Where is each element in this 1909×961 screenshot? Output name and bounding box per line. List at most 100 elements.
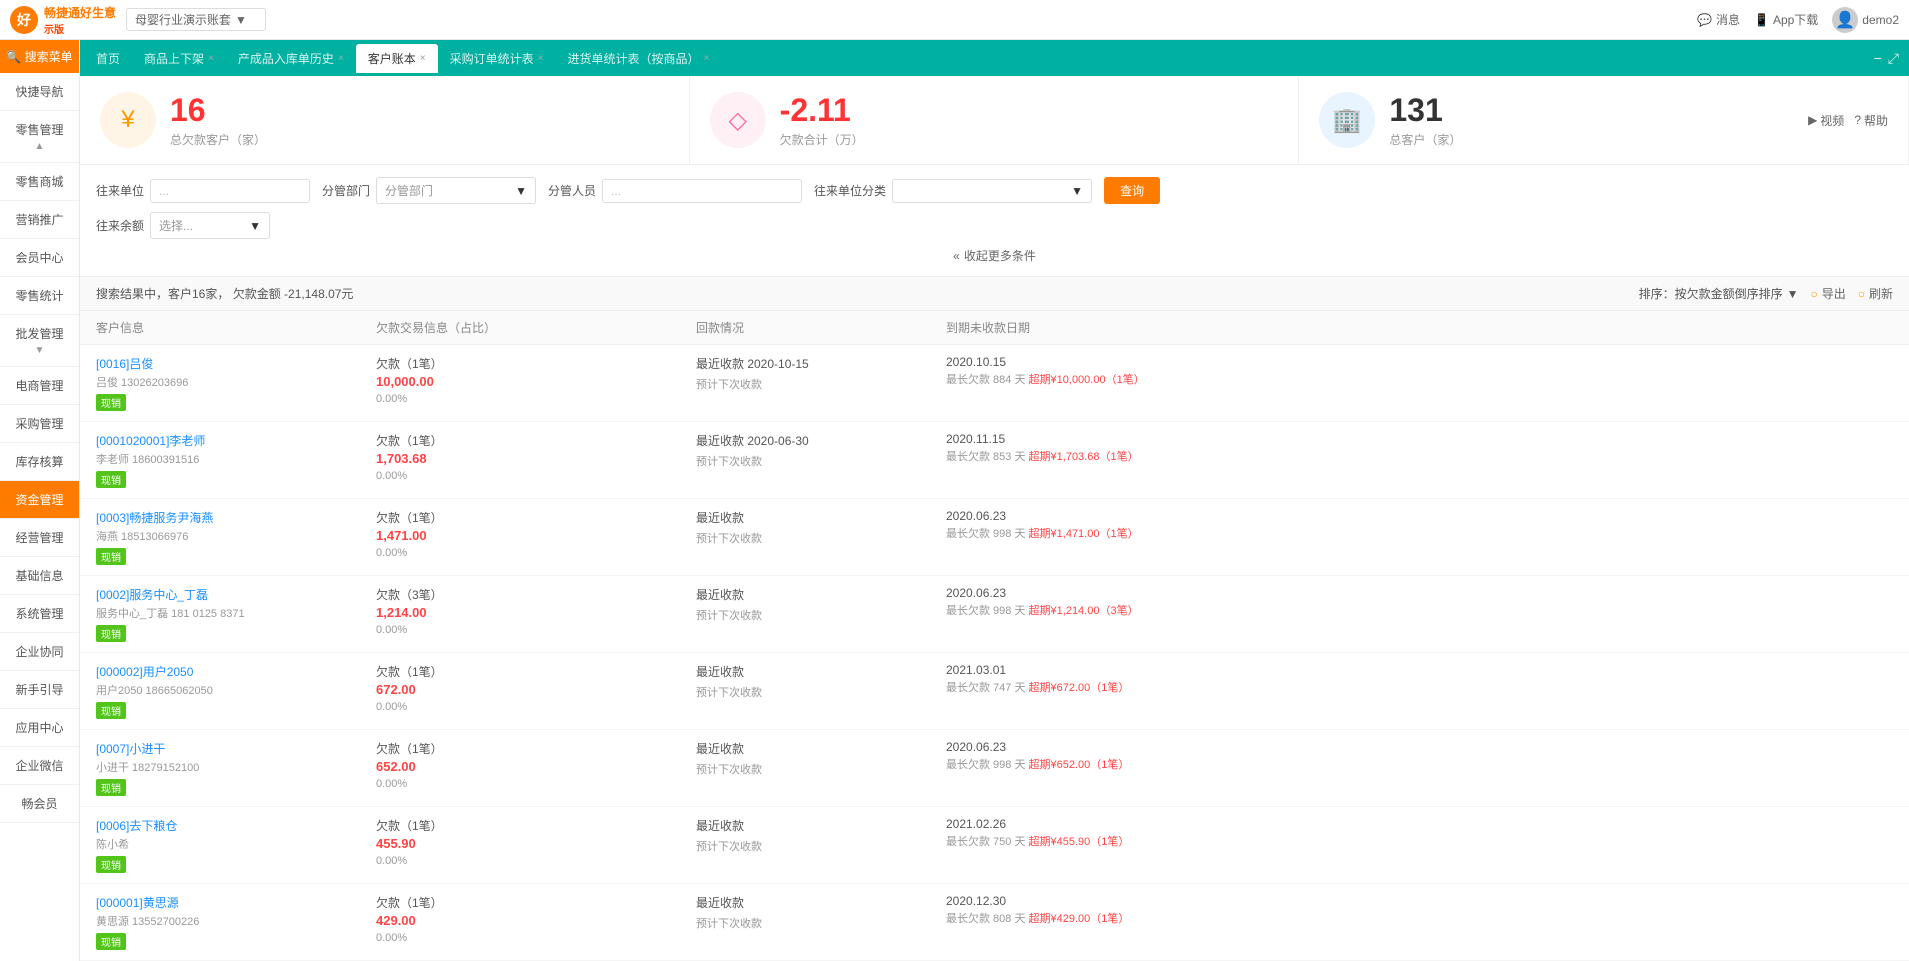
sidebar-item-purchase-mgmt[interactable]: 采购管理 xyxy=(0,405,79,443)
sidebar-item-retail-mgmt[interactable]: 零售管理 ▲ xyxy=(0,111,79,163)
sidebar-item-newbie-guide[interactable]: 新手引导 xyxy=(0,671,79,709)
video-button[interactable]: ▶ 视频 xyxy=(1808,112,1844,129)
sidebar-item-marketing[interactable]: 营销推广 xyxy=(0,201,79,239)
tab-purchase-stats[interactable]: 采购订单统计表 × xyxy=(438,44,556,73)
col-header-overdue: 到期未收款日期 xyxy=(946,319,1893,336)
sidebar-item-inventory[interactable]: 库存核算 xyxy=(0,443,79,481)
collapse-button[interactable]: « 收起更多条件 xyxy=(953,247,1036,264)
chevron-down-icon: ▼ xyxy=(1787,287,1799,301)
summary-value-customers: 16 xyxy=(170,92,266,129)
tab-close-icon[interactable]: × xyxy=(538,53,544,64)
payment-cell-5: 最近收款 预计下次收款 xyxy=(696,740,946,777)
chevron-down-icon: ▼ xyxy=(1071,184,1083,198)
sidebar-item-enterprise-collab[interactable]: 企业协同 xyxy=(0,633,79,671)
customer-name-1[interactable]: [0001020001]李老师 xyxy=(96,432,376,449)
filter-group-partner: 往来单位 ... xyxy=(96,179,310,203)
sidebar-item-finance[interactable]: 资金管理 xyxy=(0,481,79,519)
export-button[interactable]: ○ 导出 xyxy=(1810,285,1845,302)
tab-customer-account[interactable]: 客户账本 × xyxy=(356,44,438,73)
summary-card-debt: ◇ -2.11 欠款合计（万） xyxy=(690,76,1300,164)
customer-name-4[interactable]: [000002]用户2050 xyxy=(96,663,376,680)
customer-name-2[interactable]: [0003]畅捷服务尹海燕 xyxy=(96,509,376,526)
sidebar-item-wholesale-mgmt[interactable]: 批发管理 ▼ xyxy=(0,315,79,367)
sidebar-item-wechat-work[interactable]: 企业微信 xyxy=(0,747,79,785)
tab-close-icon[interactable]: × xyxy=(420,53,426,64)
sidebar-item-basic-info[interactable]: 基础信息 xyxy=(0,557,79,595)
user-menu[interactable]: 👤 demo2 xyxy=(1832,7,1899,33)
customer-name-6[interactable]: [0006]去下粮仓 xyxy=(96,817,376,834)
help-button[interactable]: ? 帮助 xyxy=(1854,112,1888,129)
customer-cell-2: [0003]畅捷服务尹海燕 海燕 18513066976 现销 xyxy=(96,509,376,565)
sidebar-item-ecommerce[interactable]: 电商管理 xyxy=(0,367,79,405)
refresh-button[interactable]: ○ 刷新 xyxy=(1858,285,1893,302)
table-row: [0003]畅捷服务尹海燕 海燕 18513066976 现销 欠款（1笔） 1… xyxy=(80,499,1909,576)
table: 客户信息 欠款交易信息（占比） 回款情况 到期未收款日期 [0016]吕俊 吕俊… xyxy=(80,311,1909,961)
query-button[interactable]: 查询 xyxy=(1104,177,1160,204)
chevron-down-icon: ▼ xyxy=(515,184,527,198)
filter-select-dept[interactable]: 分管部门 ▼ xyxy=(376,177,536,204)
customer-cell-1: [0001020001]李老师 李老师 18600391516 现销 xyxy=(96,432,376,488)
company-selector[interactable]: 母婴行业演示账套 ▼ xyxy=(126,8,266,31)
sidebar-item-operations[interactable]: 经营管理 xyxy=(0,519,79,557)
filter-select-category[interactable]: ▼ xyxy=(892,179,1092,203)
app-download-button[interactable]: 📱 App下载 xyxy=(1754,11,1818,28)
tab-maximize-button[interactable]: ⤢ xyxy=(1888,50,1899,67)
filter-input-partner[interactable]: ... xyxy=(150,179,310,203)
col-header-payment: 回款情况 xyxy=(696,319,946,336)
summary-info-total: 131 总客户（家） xyxy=(1389,92,1461,148)
sidebar-search[interactable]: 🔍 搜索菜单 xyxy=(0,40,79,73)
search-icon: 🔍 xyxy=(6,50,21,64)
sidebar-item-retail-stats[interactable]: 零售统计 xyxy=(0,277,79,315)
tab-close-icon[interactable]: × xyxy=(703,53,709,64)
sidebar-item-system-mgmt[interactable]: 系统管理 xyxy=(0,595,79,633)
tab-product-history[interactable]: 产成品入库单历史 × xyxy=(226,44,356,73)
filter-input-person[interactable]: ... xyxy=(602,179,802,203)
table-row: [000002]用户2050 用户2050 18665062050 现销 欠款（… xyxy=(80,653,1909,730)
debt-cell-4: 欠款（1笔） 672.00 0.00% xyxy=(376,663,696,713)
sort-button[interactable]: 排序：按欠款金额倒序排序 ▼ xyxy=(1639,285,1799,302)
customer-name-5[interactable]: [0007]小进干 xyxy=(96,740,376,757)
payment-cell-2: 最近收款 预计下次收款 xyxy=(696,509,946,546)
result-info: 搜索结果中，客户16家， 欠款金额 -21,148.07元 xyxy=(96,285,353,302)
sidebar-item-retail-mall[interactable]: 零售商城 xyxy=(0,163,79,201)
summary-label-customers: 总欠款客户（家） xyxy=(170,131,266,148)
logo-text: 畅捷通好生意 示版 xyxy=(44,4,116,36)
video-icon: ▶ xyxy=(1808,113,1817,127)
overdue-cell-0: 2020.10.15 最长欠款 884 天 超期¥10,000.00（1笔） xyxy=(946,355,1893,387)
filter-row-1: 往来单位 ... 分管部门 分管部门 ▼ xyxy=(96,177,1893,204)
filter-label-dept: 分管部门 xyxy=(322,182,370,199)
tab-close-icon[interactable]: × xyxy=(208,53,214,64)
filter-label-person: 分管人员 xyxy=(548,182,596,199)
logo-area: 好 畅捷通好生意 示版 xyxy=(10,4,116,36)
sidebar-item-quick-nav[interactable]: 快捷导航 xyxy=(0,73,79,111)
filter-group-dept: 分管部门 分管部门 ▼ xyxy=(322,177,536,204)
customer-cell-3: [0002]服务中心_丁磊 服务中心_丁磊 181 0125 8371 现销 xyxy=(96,586,376,642)
customer-name-3[interactable]: [0002]服务中心_丁磊 xyxy=(96,586,376,603)
sidebar-item-member-center[interactable]: 会员中心 xyxy=(0,239,79,277)
sidebar-item-app-center[interactable]: 应用中心 xyxy=(0,709,79,747)
tab-home[interactable]: 首页 xyxy=(84,44,132,73)
message-button[interactable]: 💬 消息 xyxy=(1697,11,1740,28)
customer-cell-5: [0007]小进干 小进干 18279152100 现销 xyxy=(96,740,376,796)
payment-cell-6: 最近收款 预计下次收款 xyxy=(696,817,946,854)
app-icon: 📱 xyxy=(1754,13,1769,27)
tab-minimize-button[interactable]: − xyxy=(1874,50,1882,66)
tab-close-icon[interactable]: × xyxy=(338,53,344,64)
table-row: [0006]去下粮仓 陈小希 现销 欠款（1笔） 455.90 0.00% 最近… xyxy=(80,807,1909,884)
tab-purchase-product-stats[interactable]: 进货单统计表（按商品） × xyxy=(555,44,721,73)
sidebar-item-chang-member[interactable]: 畅会员 xyxy=(0,785,79,823)
table-row: [0001020001]李老师 李老师 18600391516 现销 欠款（1笔… xyxy=(80,422,1909,499)
overdue-cell-7: 2020.12.30 最长欠款 808 天 超期¥429.00（1笔） xyxy=(946,894,1893,926)
filter-group-person: 分管人员 ... xyxy=(548,179,802,203)
customer-name-7[interactable]: [000001]黄思源 xyxy=(96,894,376,911)
tab-bar: 首页 商品上下架 × 产成品入库单历史 × 客户账本 × 采购订单统计表 × xyxy=(80,40,1909,76)
summary-card-customers: ¥ 16 总欠款客户（家） xyxy=(80,76,690,164)
filter-select-balance[interactable]: 选择... ▼ xyxy=(150,212,270,239)
customer-name-0[interactable]: [0016]吕俊 xyxy=(96,355,376,372)
chevron-down-icon: ▼ xyxy=(249,219,261,233)
filter-label-balance: 往来余额 xyxy=(96,217,144,234)
chevron-down-icon: ▼ xyxy=(235,13,247,27)
tab-product-shelf[interactable]: 商品上下架 × xyxy=(132,44,226,73)
chevron-up-icon: « xyxy=(953,249,960,263)
customer-cell-6: [0006]去下粮仓 陈小希 现销 xyxy=(96,817,376,873)
